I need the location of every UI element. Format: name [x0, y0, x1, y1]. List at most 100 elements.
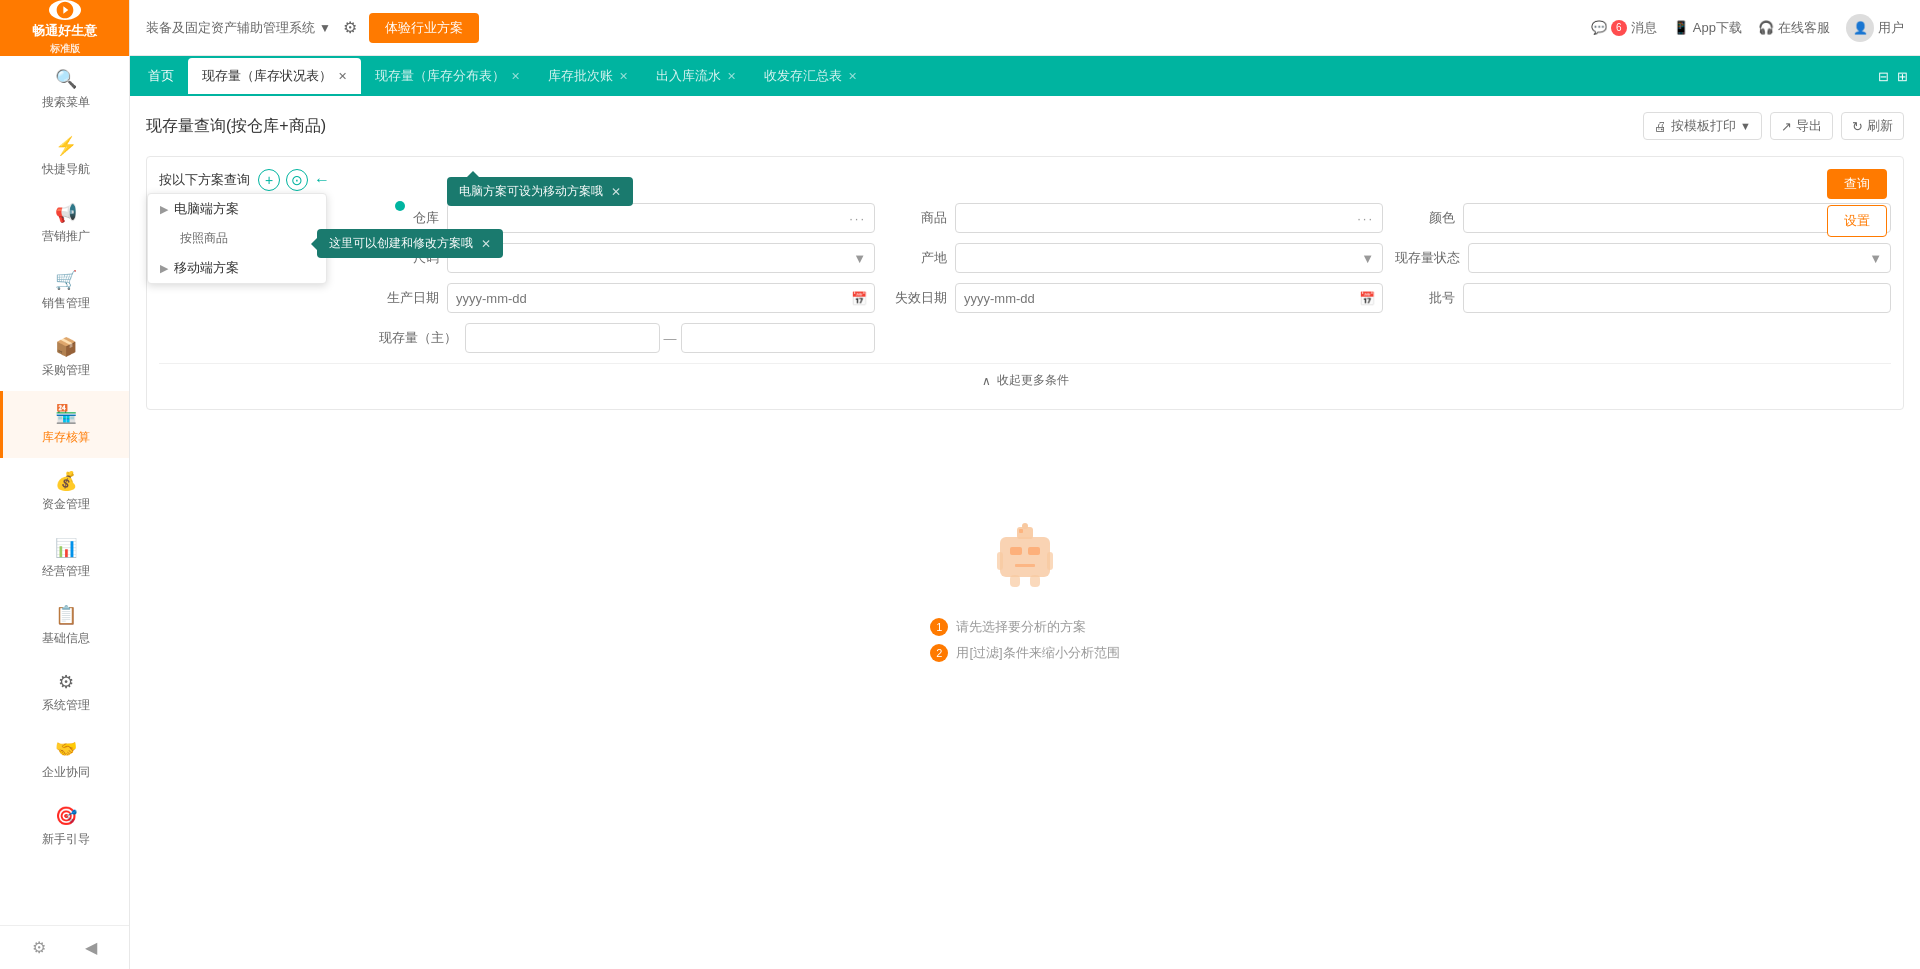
- expire-date-input-wrap: 📅: [955, 283, 1383, 313]
- scheme-desktop-item[interactable]: ▶ 电脑端方案: [148, 194, 326, 224]
- origin-select[interactable]: ▼: [955, 243, 1383, 273]
- quicknav-icon: ⚡: [55, 135, 77, 157]
- tab-label: 现存量（库存分布表）: [375, 67, 505, 85]
- add-scheme-button[interactable]: +: [258, 169, 280, 191]
- stock-status-select[interactable]: ▼: [1468, 243, 1891, 273]
- size-chevron: ▼: [853, 251, 866, 266]
- header-settings-icon[interactable]: ⚙: [343, 18, 357, 37]
- export-button[interactable]: ↗ 导出: [1770, 112, 1833, 140]
- collapse-bar[interactable]: ∧ 收起更多条件: [159, 363, 1891, 397]
- tab-summary[interactable]: 收发存汇总表 ✕: [750, 58, 871, 94]
- tooltip-close-icon[interactable]: ✕: [611, 185, 621, 199]
- sidebar-item-finance[interactable]: 💰 资金管理: [0, 458, 129, 525]
- tab-maximize-icon[interactable]: ⊞: [1897, 69, 1908, 84]
- create-tooltip-close-icon[interactable]: ✕: [481, 237, 491, 251]
- sidebar-item-label: 系统管理: [42, 697, 90, 714]
- filter-row-2: 尺码 ▼ 产地 ▼ 现存量状态: [379, 243, 1891, 273]
- system-icon: ⚙: [58, 671, 74, 693]
- sidebar-item-sales[interactable]: 🛒 销售管理: [0, 257, 129, 324]
- origin-label: 产地: [887, 249, 947, 267]
- tab-inout-flow[interactable]: 出入库流水 ✕: [642, 58, 750, 94]
- collapse-sidebar-icon[interactable]: ◀: [85, 938, 97, 957]
- create-scheme-tooltip: 这里可以创建和修改方案哦 ✕: [317, 229, 503, 258]
- refresh-button[interactable]: ↻ 刷新: [1841, 112, 1904, 140]
- stock-main-label: 现存量（主）: [379, 329, 457, 347]
- warehouse-select[interactable]: ···: [447, 203, 875, 233]
- expire-date-input[interactable]: [955, 283, 1383, 313]
- settings-bottom-icon[interactable]: ⚙: [32, 938, 46, 957]
- sidebar-item-search[interactable]: 🔍 搜索菜单: [0, 56, 129, 123]
- tab-batch-ledger[interactable]: 库存批次账 ✕: [534, 58, 642, 94]
- sidebar-item-label: 采购管理: [42, 362, 90, 379]
- goods-select[interactable]: ···: [955, 203, 1383, 233]
- refresh-label: 刷新: [1867, 117, 1893, 135]
- system-selector[interactable]: 装备及固定资产辅助管理系统 ▼: [146, 19, 331, 37]
- tab-minimize-icon[interactable]: ⊟: [1878, 69, 1889, 84]
- inventory-icon: 🏪: [55, 403, 77, 425]
- filter-buttons: 查询 设置: [1827, 169, 1887, 237]
- setup-button[interactable]: 设置: [1827, 205, 1887, 237]
- tab-close-icon[interactable]: ✕: [727, 71, 736, 82]
- produce-date-input-wrap: 📅: [447, 283, 875, 313]
- print-button[interactable]: 🖨 按模板打印 ▼: [1643, 112, 1762, 140]
- trial-button[interactable]: 体验行业方案: [369, 13, 479, 43]
- svg-rect-10: [1030, 575, 1040, 587]
- sidebar-item-quicknav[interactable]: ⚡ 快捷导航: [0, 123, 129, 190]
- sidebar-item-basic[interactable]: 📋 基础信息: [0, 592, 129, 659]
- message-button[interactable]: 💬 6 消息: [1591, 19, 1657, 37]
- svg-rect-7: [997, 552, 1003, 570]
- app-download-button[interactable]: 📱 App下载: [1673, 19, 1742, 37]
- svg-rect-9: [1010, 575, 1020, 587]
- sidebar-item-guide[interactable]: 🎯 新手引导: [0, 793, 129, 860]
- calendar-icon[interactable]: 📅: [851, 291, 867, 306]
- tab-close-icon[interactable]: ✕: [338, 71, 347, 82]
- service-icon: 🎧: [1758, 20, 1774, 35]
- sidebar-item-label: 企业协同: [42, 764, 90, 781]
- stock-main-to[interactable]: [681, 323, 876, 353]
- produce-date-label: 生产日期: [379, 289, 439, 307]
- tab-home[interactable]: 首页: [134, 58, 188, 94]
- marketing-icon: 📢: [55, 202, 77, 224]
- sidebar-item-label: 销售管理: [42, 295, 90, 312]
- arrow-left-button[interactable]: ←: [314, 171, 330, 189]
- tab-inventory-status[interactable]: 现存量（库存状况表） ✕: [188, 58, 361, 94]
- produce-date-input[interactable]: [447, 283, 875, 313]
- sidebar-item-label: 经营管理: [42, 563, 90, 580]
- message-label: 消息: [1631, 19, 1657, 37]
- sidebar-item-system[interactable]: ⚙ 系统管理: [0, 659, 129, 726]
- scheme-mobile-item[interactable]: ▶ 移动端方案: [148, 253, 326, 283]
- copy-scheme-button[interactable]: ⊙: [286, 169, 308, 191]
- tab-inventory-dist[interactable]: 现存量（库存分布表） ✕: [361, 58, 534, 94]
- filter-field-color: 颜色 ▼: [1395, 203, 1891, 233]
- batch-input[interactable]: [1463, 283, 1891, 313]
- sidebar-item-operations[interactable]: 📊 经营管理: [0, 525, 129, 592]
- size-select[interactable]: ▼: [447, 243, 875, 273]
- stock-main-range: —: [465, 323, 875, 353]
- sidebar-item-inventory[interactable]: 🏪 库存核算: [0, 391, 129, 458]
- user-menu[interactable]: 👤 用户: [1846, 14, 1904, 42]
- scheme-desktop-child-item[interactable]: 按照商品: [148, 224, 326, 253]
- top-header: 装备及固定资产辅助管理系统 ▼ ⚙ 体验行业方案 💬 6 消息 📱 App下载 …: [130, 0, 1920, 56]
- stock-status-label: 现存量状态: [1395, 249, 1460, 267]
- tab-close-icon[interactable]: ✕: [848, 71, 857, 82]
- filter-field-goods: 商品 ···: [887, 203, 1383, 233]
- expire-date-label: 失效日期: [887, 289, 947, 307]
- tab-close-icon[interactable]: ✕: [619, 71, 628, 82]
- empty-illustration: [975, 502, 1075, 602]
- corp-icon: 🤝: [55, 738, 77, 760]
- sidebar-item-purchase[interactable]: 📦 采购管理: [0, 324, 129, 391]
- search-button[interactable]: 查询: [1827, 169, 1887, 199]
- message-icon: 💬: [1591, 20, 1607, 35]
- avatar-icon: 👤: [1853, 21, 1868, 35]
- sidebar-item-marketing[interactable]: 📢 营销推广: [0, 190, 129, 257]
- sidebar-item-label: 新手引导: [42, 831, 90, 848]
- filter-field-stock-main: 现存量（主） —: [379, 323, 875, 353]
- online-service-button[interactable]: 🎧 在线客服: [1758, 19, 1830, 37]
- tab-close-icon[interactable]: ✕: [511, 71, 520, 82]
- sidebar-item-corp[interactable]: 🤝 企业协同: [0, 726, 129, 793]
- header-right: 💬 6 消息 📱 App下载 🎧 在线客服 👤 用户: [1591, 14, 1904, 42]
- stock-main-from[interactable]: [465, 323, 660, 353]
- sales-icon: 🛒: [55, 269, 77, 291]
- calendar-icon2[interactable]: 📅: [1359, 291, 1375, 306]
- user-avatar: 👤: [1846, 14, 1874, 42]
